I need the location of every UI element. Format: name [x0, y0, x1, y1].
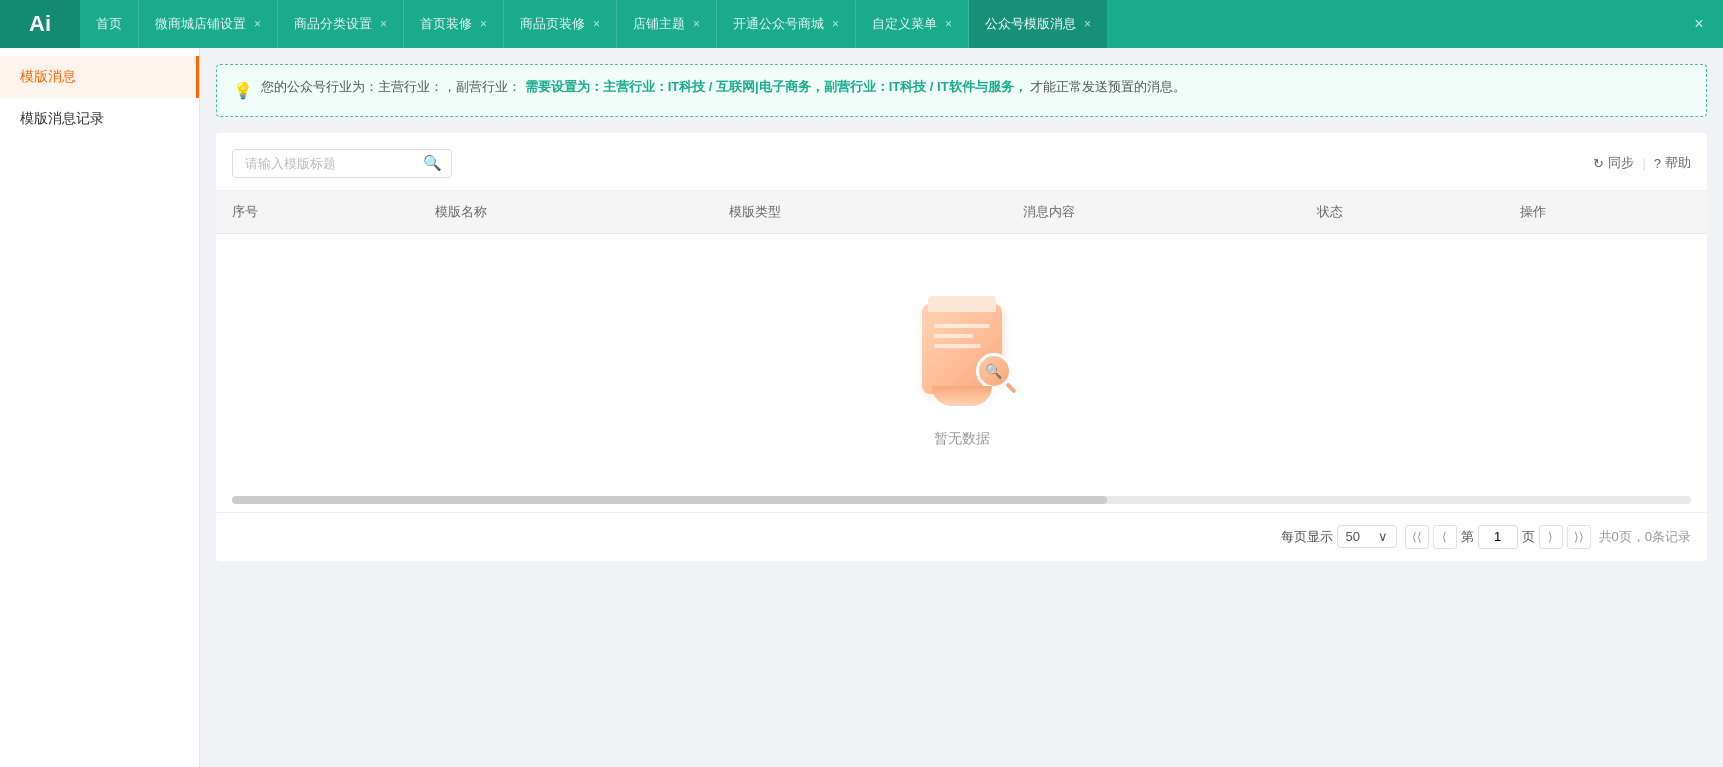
empty-state-row: 🔍 暂无数据 — [216, 233, 1707, 488]
search-icon[interactable]: 🔍 — [423, 154, 442, 172]
nav-tab-custom-menu[interactable]: 自定义菜单 × — [856, 0, 969, 48]
nav-tab-label: 首页装修 — [420, 15, 472, 33]
page-input[interactable] — [1478, 525, 1518, 549]
horizontal-scrollbar[interactable] — [232, 496, 1691, 504]
page-unit: 页 — [1522, 528, 1535, 546]
scrollbar-area — [216, 488, 1707, 512]
nav-tab-close-open-mall[interactable]: × — [832, 17, 839, 31]
pagination: 每页显示 50 ∨ ⟨⟨ ⟨ 第 页 ⟩ ⟩⟩ 共0页，0条记录 — [216, 512, 1707, 561]
alert-text: 您的公众号行业为：主营行业：，副营行业： 需要设置为：主营行业：IT科技 / 互… — [261, 77, 1186, 98]
top-nav: Ai 首页微商城店铺设置×商品分类设置×首页装修×商品页装修×店铺主题×开通公众… — [0, 0, 1723, 48]
per-page-label: 每页显示 — [1281, 528, 1333, 546]
nav-tab-label: 微商城店铺设置 — [155, 15, 246, 33]
nav-tab-close-custom-menu[interactable]: × — [945, 17, 952, 31]
empty-state: 🔍 暂无数据 — [216, 234, 1707, 488]
scroll-line-1 — [934, 324, 990, 328]
col-header-status: 状态 — [1301, 191, 1504, 234]
app-logo: Ai — [0, 0, 80, 48]
table-header-row: 序号模版名称模版类型消息内容状态操作 — [216, 191, 1707, 234]
col-header-template-name: 模版名称 — [419, 191, 713, 234]
nav-tab-close-homepage-decor[interactable]: × — [480, 17, 487, 31]
nav-tab-product-category[interactable]: 商品分类设置 × — [278, 0, 404, 48]
nav-tab-close-wsc-settings[interactable]: × — [254, 17, 261, 31]
main-layout: 模版消息模版消息记录 💡 您的公众号行业为：主营行业：，副营行业： 需要设置为：… — [0, 48, 1723, 767]
scrollbar-thumb — [232, 496, 1107, 504]
pager-controls: ⟨⟨ ⟨ 第 页 ⟩ ⟩⟩ — [1405, 525, 1591, 549]
content-area: 💡 您的公众号行业为：主营行业：，副营行业： 需要设置为：主营行业：IT科技 /… — [200, 48, 1723, 767]
nav-tab-label: 开通公众号商城 — [733, 15, 824, 33]
nav-tab-open-mall[interactable]: 开通公众号商城 × — [717, 0, 856, 48]
prev-page-button[interactable]: ⟨ — [1433, 525, 1457, 549]
help-icon: ? — [1654, 156, 1661, 171]
page-label: 第 — [1461, 528, 1474, 546]
col-header-seq: 序号 — [216, 191, 419, 234]
nav-tabs: 首页微商城店铺设置×商品分类设置×首页装修×商品页装修×店铺主题×开通公众号商城… — [80, 0, 1675, 48]
toolbar-right: ↻ 同步 | ? 帮助 — [1593, 154, 1691, 172]
col-header-template-type: 模版类型 — [713, 191, 1007, 234]
nav-tab-close-store-theme[interactable]: × — [693, 17, 700, 31]
page-size-dropdown[interactable]: 50 ∨ — [1337, 525, 1397, 548]
next-page-button[interactable]: ⟩ — [1539, 525, 1563, 549]
nav-tab-label: 自定义菜单 — [872, 15, 937, 33]
nav-tab-close-product-category[interactable]: × — [380, 17, 387, 31]
sidebar-item-template-msg[interactable]: 模版消息 — [0, 56, 199, 98]
help-label: 帮助 — [1665, 154, 1691, 172]
toolbar-divider: | — [1642, 156, 1645, 171]
search-input-wrapper: 🔍 — [232, 149, 452, 178]
bulb-icon: 💡 — [233, 78, 253, 104]
help-button[interactable]: ? 帮助 — [1654, 154, 1691, 172]
scroll-line-2 — [934, 334, 973, 338]
empty-scroll-icon: 🔍 — [922, 304, 1002, 394]
sync-button[interactable]: ↻ 同步 — [1593, 154, 1634, 172]
sync-label: 同步 — [1608, 154, 1634, 172]
nav-tab-label: 公众号模版消息 — [985, 15, 1076, 33]
page-size-value: 50 — [1346, 529, 1360, 544]
data-table: 序号模版名称模版类型消息内容状态操作 — [216, 191, 1707, 488]
col-header-actions: 操作 — [1504, 191, 1707, 234]
scroll-line-3 — [934, 344, 982, 348]
nav-tab-label: 店铺主题 — [633, 15, 685, 33]
table-container: 🔍 ↻ 同步 | ? 帮助 — [216, 133, 1707, 561]
nav-tab-wsc-settings[interactable]: 微商城店铺设置 × — [139, 0, 278, 48]
chevron-down-icon: ∨ — [1378, 529, 1388, 544]
empty-text: 暂无数据 — [934, 430, 990, 448]
alert-highlight: 需要设置为：主营行业：IT科技 / 互联网|电子商务，副营行业：IT科技 / I… — [525, 79, 1027, 94]
nav-tab-product-decor[interactable]: 商品页装修 × — [504, 0, 617, 48]
close-all-tabs-button[interactable]: × — [1675, 0, 1723, 48]
magnify-icon: 🔍 — [976, 353, 1012, 389]
scroll-lines — [934, 324, 990, 348]
table-body: 🔍 暂无数据 — [216, 233, 1707, 488]
empty-illustration: 🔍 — [902, 294, 1022, 414]
industry-alert-banner: 💡 您的公众号行业为：主营行业：，副营行业： 需要设置为：主营行业：IT科技 /… — [216, 64, 1707, 117]
nav-tab-close-product-decor[interactable]: × — [593, 17, 600, 31]
sidebar-item-template-msg-records[interactable]: 模版消息记录 — [0, 98, 199, 140]
sidebar: 模版消息模版消息记录 — [0, 48, 200, 767]
page-size-select: 每页显示 50 ∨ — [1281, 525, 1397, 548]
nav-tab-store-theme[interactable]: 店铺主题 × — [617, 0, 717, 48]
first-page-button[interactable]: ⟨⟨ — [1405, 525, 1429, 549]
total-info: 共0页，0条记录 — [1599, 528, 1691, 546]
nav-tab-label: 商品分类设置 — [294, 15, 372, 33]
last-page-button[interactable]: ⟩⟩ — [1567, 525, 1591, 549]
table-head: 序号模版名称模版类型消息内容状态操作 — [216, 191, 1707, 234]
search-bar: 🔍 ↻ 同步 | ? 帮助 — [216, 133, 1707, 191]
nav-tab-template-msg[interactable]: 公众号模版消息 × — [969, 0, 1108, 48]
nav-tab-label: 商品页装修 — [520, 15, 585, 33]
nav-tab-label: 首页 — [96, 15, 122, 33]
col-header-msg-content: 消息内容 — [1007, 191, 1301, 234]
search-input[interactable] — [232, 149, 452, 178]
nav-tab-homepage-decor[interactable]: 首页装修 × — [404, 0, 504, 48]
sync-icon: ↻ — [1593, 156, 1604, 171]
nav-tab-close-template-msg[interactable]: × — [1084, 17, 1091, 31]
nav-tab-home[interactable]: 首页 — [80, 0, 139, 48]
